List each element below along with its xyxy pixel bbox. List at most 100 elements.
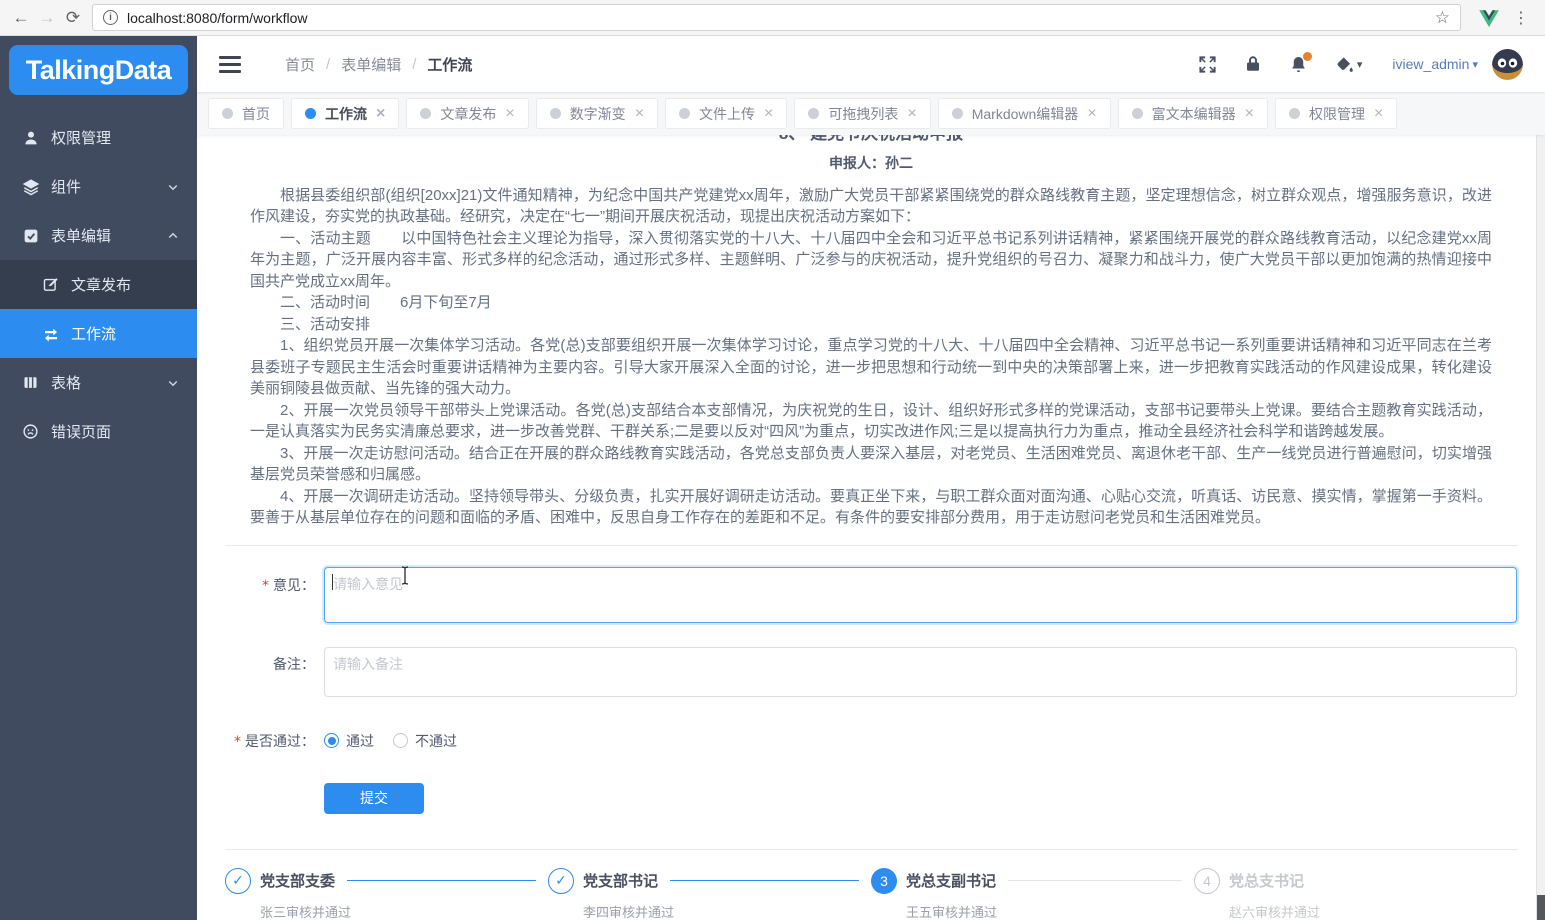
page-scrollbar[interactable] — [1536, 36, 1545, 920]
radio-icon — [393, 733, 408, 748]
tab-article-publish[interactable]: 文章发布 × — [406, 98, 529, 129]
checkbox-icon — [22, 227, 40, 245]
avatar[interactable] — [1492, 48, 1523, 80]
tab-drag-list[interactable]: 可拖拽列表 × — [794, 98, 931, 129]
tab-upload[interactable]: 文件上传 × — [665, 98, 788, 129]
step-check-icon: ✓ — [225, 867, 251, 894]
required-mark: * — [262, 577, 269, 594]
pass-row: * 是否通过： 通过 不通过 — [225, 731, 1517, 751]
user-menu[interactable]: iview_admin ▾ — [1392, 56, 1478, 72]
sidebar-item-permissions[interactable]: 权限管理 — [0, 113, 197, 162]
close-icon[interactable]: × — [1087, 105, 1096, 122]
fullscreen-icon[interactable] — [1198, 55, 1217, 74]
workflow-steps: ✓ 党支部支委 张三审核并通过 ✓ 党支部书记 李四审核并通过 3 党总支副书记… — [225, 850, 1517, 920]
close-icon[interactable]: × — [376, 105, 385, 122]
sidebar-item-workflow[interactable]: 工作流 — [0, 309, 197, 358]
step-1: ✓ 党支部支委 张三审核并通过 — [225, 867, 548, 920]
brand-logo[interactable]: TalkingData — [9, 45, 188, 95]
tab-count-to[interactable]: 数字渐变 × — [535, 98, 659, 129]
opinion-textarea[interactable] — [324, 566, 1517, 623]
vue-devtools-icon[interactable] — [1479, 9, 1499, 27]
address-bar[interactable]: i localhost:8080/form/workflow ☆ — [92, 4, 1461, 31]
chevron-down-icon — [167, 377, 179, 389]
main-header: 首页 / 表单编辑 / 工作流 ▾ iview_admin ▾ — [197, 36, 1545, 92]
sidebar-item-tables[interactable]: 表格 — [0, 358, 197, 407]
document-body: 根据县委组织部(组织[20xx]21)文件通知精神，为纪念中国共产党建党xx周年… — [250, 185, 1492, 529]
breadcrumb-form-edit[interactable]: 表单编辑 — [341, 54, 401, 75]
table-icon — [22, 374, 40, 392]
sidebar-item-error-pages[interactable]: 错误页面 — [0, 407, 197, 456]
sidebar-item-label: 表单编辑 — [51, 228, 112, 245]
breadcrumb-home[interactable]: 首页 — [285, 54, 315, 75]
tab-dot-icon — [679, 108, 691, 119]
chevron-down-icon — [167, 181, 179, 193]
content-area: 8、 建党节庆祝活动申报 申报人：孙二 根据县委组织部(组织[20xx]21)文… — [197, 135, 1545, 920]
collapse-menu-icon[interactable] — [219, 55, 241, 73]
radio-fail[interactable]: 不通过 — [393, 731, 457, 751]
submit-button[interactable]: 提交 — [324, 782, 424, 814]
scrollbar-down-button[interactable] — [1537, 895, 1545, 920]
tab-home[interactable]: 首页 — [208, 98, 284, 129]
step-title: 党支部支委 — [260, 873, 336, 890]
text-caret — [332, 573, 333, 590]
tab-label: 数字渐变 — [569, 105, 626, 122]
radio-label: 不通过 — [415, 732, 457, 749]
close-icon[interactable]: × — [635, 105, 644, 122]
breadcrumb-current: 工作流 — [427, 56, 473, 74]
bookmark-star-icon[interactable]: ☆ — [1435, 8, 1450, 28]
step-2: ✓ 党支部书记 李四审核并通过 — [548, 867, 871, 920]
step-title: 党支部书记 — [583, 873, 659, 890]
step-connector — [1008, 880, 1182, 881]
close-icon[interactable]: × — [1374, 105, 1383, 122]
notification-bell-icon[interactable] — [1289, 51, 1312, 74]
paragraph: 4、开展一次调研走访活动。坚持领导带头、分级负责，扎实开展好调研走访活动。要真正… — [250, 487, 1492, 527]
radio-pass[interactable]: 通过 — [324, 731, 374, 751]
tab-rich-text-editor[interactable]: 富文本编辑器 × — [1117, 98, 1268, 129]
close-icon[interactable]: × — [907, 105, 916, 122]
tab-workflow[interactable]: 工作流 × — [291, 98, 400, 129]
paragraph: 1、组织党员开展一次集体学习活动。各党(总)支部要组织开展一次集体学习讨论，重点… — [250, 337, 1492, 397]
page-info-icon[interactable]: i — [103, 10, 118, 25]
forward-button[interactable]: → — [34, 5, 60, 31]
step-number-icon: 3 — [871, 867, 897, 894]
close-icon[interactable]: × — [764, 105, 773, 122]
sidebar-item-form-edit[interactable]: 表单编辑 — [0, 211, 197, 260]
browser-menu-icon[interactable]: ⋮ — [1505, 8, 1537, 28]
step-4: 4 党总支书记 赵六审核并通过 — [1194, 867, 1517, 920]
layers-icon — [22, 178, 40, 196]
reload-button[interactable]: ⟳ — [60, 5, 86, 31]
url-text: localhost:8080/form/workflow — [127, 9, 308, 26]
document-title: 8、 建党节庆祝活动申报 — [250, 135, 1492, 144]
step-connector — [670, 880, 859, 881]
sidebar-item-label: 权限管理 — [51, 130, 112, 147]
back-button[interactable]: ← — [8, 5, 34, 31]
breadcrumb: 首页 / 表单编辑 / 工作流 — [285, 54, 473, 75]
radio-label: 通过 — [346, 732, 374, 749]
tab-label: 可拖拽列表 — [828, 105, 899, 122]
tab-permissions[interactable]: 权限管理 × — [1275, 98, 1398, 129]
close-icon[interactable]: × — [1245, 105, 1254, 122]
radio-icon — [324, 733, 339, 748]
tab-label: 文件上传 — [699, 105, 756, 122]
tab-markdown-editor[interactable]: Markdown编辑器 × — [937, 98, 1111, 129]
sidebar-item-article-publish[interactable]: 文章发布 — [0, 260, 197, 309]
tab-dot-icon — [549, 108, 561, 119]
close-icon[interactable]: × — [505, 105, 514, 122]
step-number-icon: 4 — [1194, 867, 1220, 894]
step-desc: 张三审核并通过 — [260, 904, 352, 920]
sidebar-item-label: 错误页面 — [51, 424, 112, 441]
text-cursor-icon — [399, 565, 411, 591]
lock-icon[interactable] — [1244, 55, 1262, 73]
tab-dot-icon — [951, 108, 963, 119]
opinion-label: * 意见： — [262, 576, 315, 594]
person-icon — [22, 129, 40, 147]
theme-switch-icon[interactable]: ▾ — [1335, 55, 1362, 74]
app-shell: TalkingData 权限管理 组件 表单编辑 文章发布 工作流 表格 错误页… — [0, 36, 1545, 920]
tab-label: 工作流 — [325, 105, 367, 122]
sidebar-item-components[interactable]: 组件 — [0, 162, 197, 211]
step-title: 党总支副书记 — [906, 873, 997, 890]
tab-dot-icon — [1289, 108, 1300, 119]
remark-textarea[interactable] — [324, 646, 1517, 697]
paragraph: 2、开展一次党员领导干部带头上党课活动。各党(总)支部结合本支部情况，为庆祝党的… — [250, 401, 1492, 441]
tab-label: 权限管理 — [1309, 105, 1365, 122]
